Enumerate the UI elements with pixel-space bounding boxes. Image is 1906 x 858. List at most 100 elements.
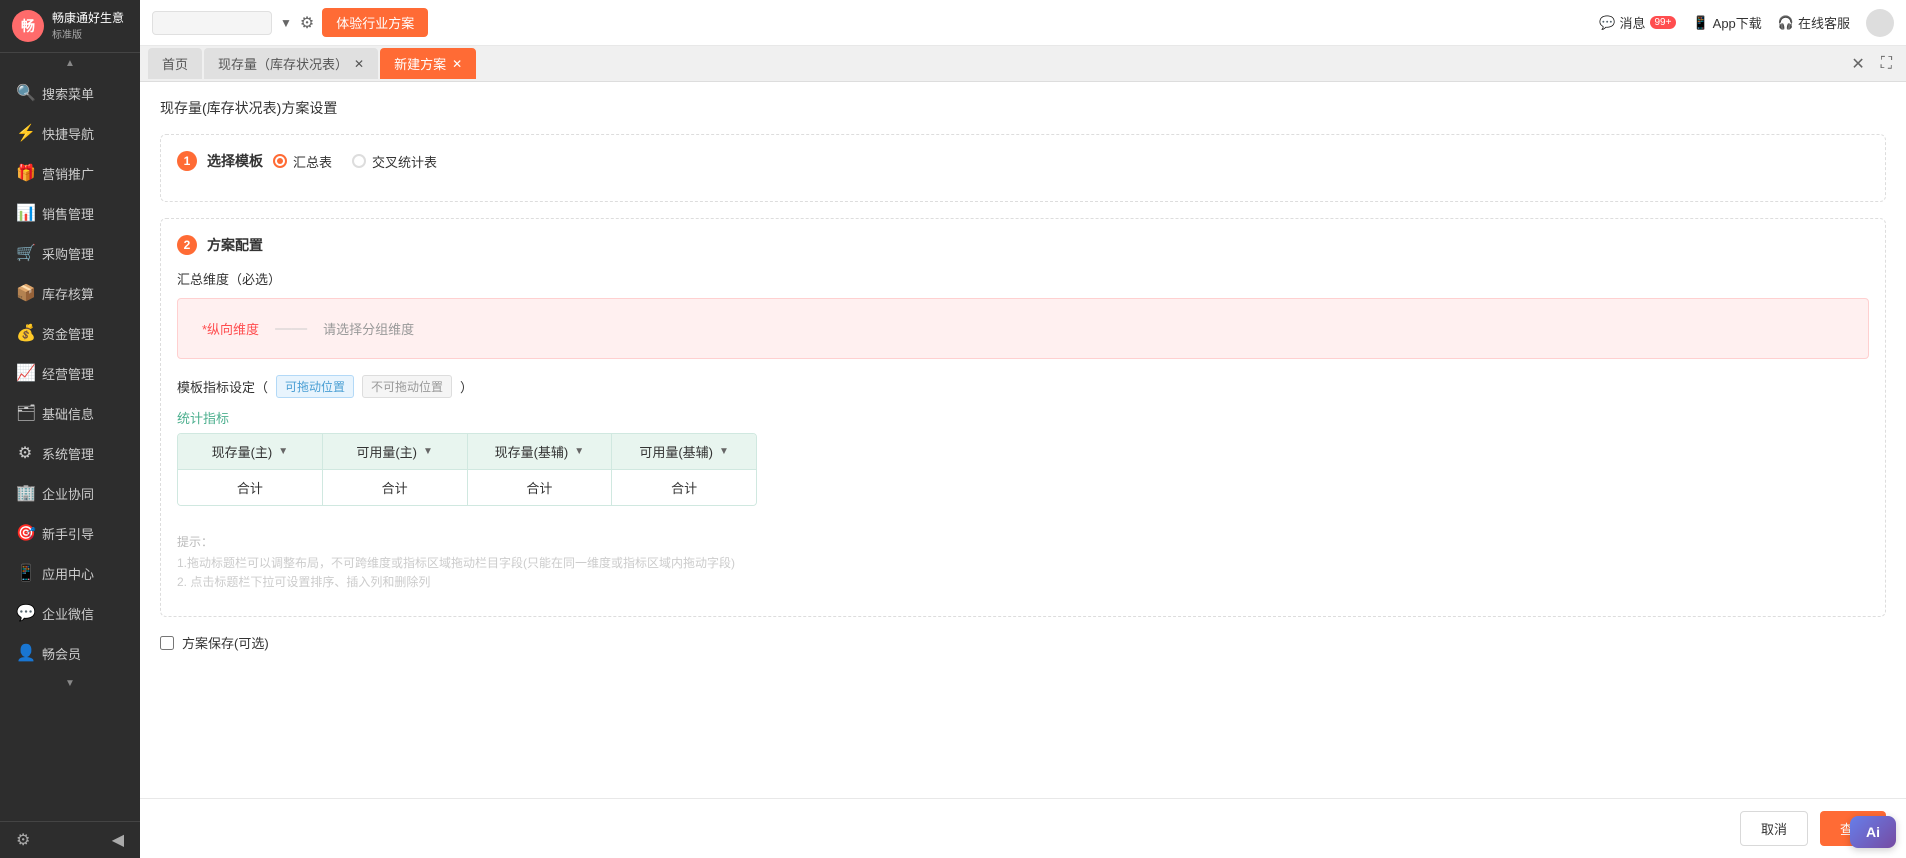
radio-summary[interactable]: 汇总表 — [273, 152, 332, 171]
stats-data-cell-0: 合计 — [178, 470, 323, 505]
sidebar-icon-new-guide: 🎯 — [16, 523, 34, 543]
sidebar-item-operations[interactable]: 📈经营管理 — [0, 353, 140, 393]
stats-col-chevron-2[interactable]: ▼ — [574, 446, 584, 457]
save-checkbox[interactable] — [160, 636, 174, 650]
stats-col-chevron-3[interactable]: ▼ — [719, 446, 729, 457]
industry-btn[interactable]: 体验行业方案 — [322, 8, 428, 37]
sidebar-item-finance[interactable]: 💰资金管理 — [0, 313, 140, 353]
radio-cross-circle — [352, 154, 366, 168]
sidebar-icon-search-menu: 🔍 — [16, 83, 34, 103]
settings-icon[interactable]: ⚙ — [16, 830, 30, 850]
sidebar-item-system[interactable]: ⚙ 系统管理 — [0, 433, 140, 473]
sidebar-icon-system: ⚙ — [16, 443, 34, 463]
stats-table: 现存量(主)▼可用量(主)▼现存量(基辅)▼可用量(基辅)▼ 合计合计合计合计 — [177, 433, 757, 506]
tab-inventory-close[interactable]: ✕ — [354, 57, 364, 71]
save-label: 方案保存(可选) — [182, 633, 269, 652]
ai-float-button[interactable]: Ai — [1850, 816, 1896, 848]
topbar-gear-icon[interactable]: ⚙ — [300, 13, 314, 33]
sidebar-icon-app-center: 📱 — [16, 563, 34, 583]
topbar: ▼ ⚙ 体验行业方案 💬 消息 99+ 📱 App下载 🎧 在线客服 — [140, 0, 1906, 46]
radio-cross[interactable]: 交叉统计表 — [352, 152, 437, 171]
sidebar: 畅 畅康通好生意 标准版 ▲ 🔍 搜索菜单 ⚡快捷导航 🎁 营销推广 📊 销售管理 🛒采购管理… — [0, 0, 140, 858]
stats-title: 统计指标 — [177, 408, 1869, 427]
sidebar-label-finance: 资金管理 — [42, 324, 94, 343]
user-avatar[interactable] — [1866, 9, 1894, 37]
sidebar-item-inventory[interactable]: 📦库存核算 — [0, 273, 140, 313]
window-close-icon[interactable]: ✕ — [1845, 52, 1870, 76]
sidebar-bottom: ⚙ ◀ — [0, 821, 140, 858]
content-area: 现存量(库存状况表)方案设置 1 选择模板 汇总表 交叉统计表 — [140, 82, 1906, 798]
sidebar-item-basic-info[interactable]: 🗂基础信息 — [0, 393, 140, 433]
section2-title: 方案配置 — [207, 235, 263, 255]
stats-section: 统计指标 现存量(主)▼可用量(主)▼现存量(基辅)▼可用量(基辅)▼ 合计合计… — [177, 408, 1869, 509]
tab-inventory[interactable]: 现存量（库存状况表） ✕ — [204, 48, 378, 79]
logo-text: 畅康通好生意 标准版 — [52, 11, 124, 42]
sidebar-label-marketing: 营销推广 — [42, 164, 94, 183]
sidebar-scroll-down[interactable]: ▼ — [0, 673, 140, 693]
dimension-separator: —— — [275, 320, 307, 338]
fixed-badge: 不可拖动位置 — [362, 375, 452, 398]
bottom-bar: 取消 查询 — [140, 798, 1906, 858]
stats-data-cell-2: 合计 — [468, 470, 613, 505]
sidebar-item-marketing[interactable]: 🎁 营销推广 — [0, 153, 140, 193]
tab-home[interactable]: 首页 — [148, 48, 202, 79]
movable-badge: 可拖动位置 — [276, 375, 354, 398]
sidebar-item-member[interactable]: 👤畅会员 — [0, 633, 140, 673]
indicator-settings-label: 模板指标设定（ 可拖动位置 不可拖动位置 ） — [177, 375, 1869, 398]
messages-btn[interactable]: 💬 消息 99+ — [1599, 13, 1676, 32]
sidebar-icon-enterprise-wechat: 💬 — [16, 603, 34, 623]
sidebar-label-sales: 销售管理 — [42, 204, 94, 223]
logo-icon: 畅 — [12, 10, 44, 42]
search-input[interactable] — [152, 11, 272, 35]
section1-header: 1 选择模板 汇总表 交叉统计表 — [177, 151, 1869, 171]
stats-data-row: 合计合计合计合计 — [178, 469, 756, 505]
sidebar-icon-enterprise: 🏢 — [16, 483, 34, 503]
stats-data-cell-1: 合计 — [323, 470, 468, 505]
stats-header-cell-2[interactable]: 现存量(基辅)▼ — [468, 434, 613, 469]
sidebar-icon-marketing: 🎁 — [16, 163, 34, 183]
section1-title: 选择模板 — [207, 151, 263, 171]
stats-header-cell-3[interactable]: 可用量(基辅)▼ — [612, 434, 756, 469]
message-icon: 💬 — [1599, 15, 1615, 31]
sidebar-label-operations: 经营管理 — [42, 364, 94, 383]
sidebar-item-search-menu[interactable]: 🔍 搜索菜单 — [0, 73, 140, 113]
sidebar-item-app-center[interactable]: 📱应用中心 — [0, 553, 140, 593]
sidebar-icon-quick-nav: ⚡ — [16, 123, 34, 143]
headset-icon: 🎧 — [1778, 15, 1794, 31]
sidebar-item-new-guide[interactable]: 🎯新手引导 — [0, 513, 140, 553]
window-expand-icon[interactable]: ⛶ — [1875, 53, 1898, 75]
tab-controls: ✕ ⛶ — [1845, 52, 1898, 76]
stats-header-cell-1[interactable]: 可用量(主)▼ — [323, 434, 468, 469]
sidebar-item-quick-nav[interactable]: ⚡快捷导航 — [0, 113, 140, 153]
sidebar-item-purchase[interactable]: 🛒采购管理 — [0, 233, 140, 273]
cancel-button[interactable]: 取消 — [1740, 811, 1808, 846]
sidebar-item-sales[interactable]: 📊 销售管理 — [0, 193, 140, 233]
sidebar-scroll-up[interactable]: ▲ — [0, 53, 140, 73]
tab-new-scheme[interactable]: 新建方案 ✕ — [380, 48, 476, 79]
tab-new-scheme-close[interactable]: ✕ — [452, 57, 462, 71]
online-service-btn[interactable]: 🎧 在线客服 — [1778, 13, 1850, 32]
app-download-btn[interactable]: 📱 App下载 — [1692, 13, 1761, 32]
sidebar-item-enterprise-wechat[interactable]: 💬企业微信 — [0, 593, 140, 633]
dimension-placeholder[interactable]: 请选择分组维度 — [323, 319, 414, 338]
collapse-icon[interactable]: ◀ — [112, 830, 124, 850]
stats-header-cell-0[interactable]: 现存量(主)▼ — [178, 434, 323, 469]
sidebar-label-inventory: 库存核算 — [42, 284, 94, 303]
stats-col-chevron-1[interactable]: ▼ — [423, 446, 433, 457]
dropdown-icon[interactable]: ▼ — [280, 16, 292, 30]
sidebar-label-basic-info: 基础信息 — [42, 404, 94, 423]
sidebar-label-member: 畅会员 — [42, 644, 81, 663]
dimension-label: *纵向维度 — [202, 319, 259, 338]
stats-col-chevron-0[interactable]: ▼ — [278, 446, 288, 457]
dimension-box[interactable]: *纵向维度 —— 请选择分组维度 — [177, 298, 1869, 359]
sidebar-label-search-menu: 搜索菜单 — [42, 84, 94, 103]
section2-header: 2 方案配置 — [177, 235, 1869, 255]
topbar-right: 💬 消息 99+ 📱 App下载 🎧 在线客服 — [1599, 9, 1894, 37]
topbar-left: ▼ ⚙ 体验行业方案 — [152, 8, 1591, 37]
sidebar-label-system: 系统管理 — [42, 444, 94, 463]
sidebar-icon-sales: 📊 — [16, 203, 34, 223]
sidebar-label-purchase: 采购管理 — [42, 244, 94, 263]
sidebar-item-enterprise[interactable]: 🏢企业协同 — [0, 473, 140, 513]
section-choose-template: 1 选择模板 汇总表 交叉统计表 — [160, 134, 1886, 202]
main-area: ▼ ⚙ 体验行业方案 💬 消息 99+ 📱 App下载 🎧 在线客服 首页 — [140, 0, 1906, 858]
